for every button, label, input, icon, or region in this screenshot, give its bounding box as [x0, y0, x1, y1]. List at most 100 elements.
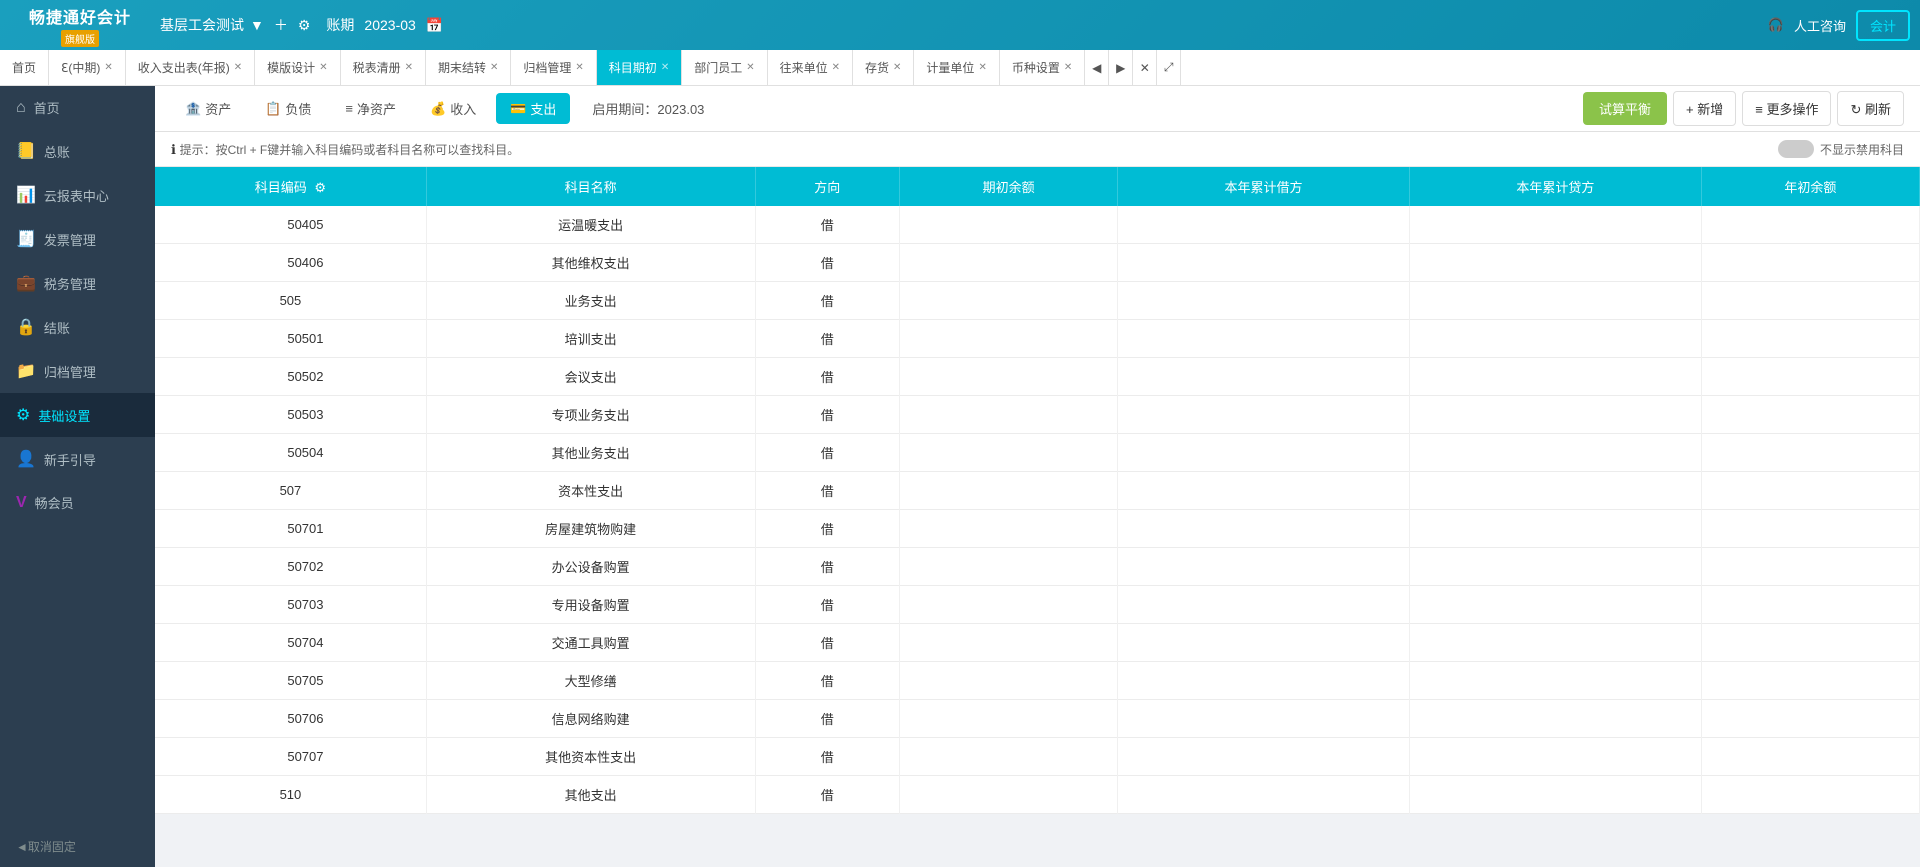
tab-nav-next[interactable]: ▶ [1109, 50, 1133, 86]
cell-opening [900, 358, 1118, 396]
settings-icon[interactable]: ⚙ [298, 17, 311, 34]
dropdown-icon[interactable]: ▼ [250, 17, 264, 33]
tab-stock-close[interactable]: ✕ [893, 62, 901, 73]
sidebar-item-archive[interactable]: 📁 归档管理 [0, 349, 155, 393]
tab-template-close[interactable]: ✕ [319, 62, 327, 73]
tab-nav-prev[interactable]: ◀ [1085, 50, 1109, 86]
calculate-button[interactable]: 试算平衡 [1583, 92, 1667, 125]
sub-tab-net-asset[interactable]: ≡ 净资产 [331, 93, 410, 124]
tab-stock[interactable]: 存货 ✕ [853, 50, 914, 86]
tab-archive-close[interactable]: ✕ [575, 62, 583, 73]
cell-direction: 借 [755, 700, 900, 738]
tab-home[interactable]: 首页 [0, 50, 49, 86]
tab-archive[interactable]: 归档管理 ✕ [511, 50, 596, 86]
table-row[interactable]: 505 业务支出 借 [155, 282, 1920, 320]
cell-ytd-debit [1118, 700, 1410, 738]
tab-expand[interactable]: ⤢ [1157, 50, 1181, 86]
tab-tax[interactable]: 税表清册 ✕ [341, 50, 426, 86]
table-row[interactable]: 50502 会议支出 借 [155, 358, 1920, 396]
add-button[interactable]: + 新增 [1673, 91, 1736, 126]
table-row[interactable]: 50504 其他业务支出 借 [155, 434, 1920, 472]
refresh-button[interactable]: ↻ 刷新 [1837, 91, 1904, 126]
sidebar-item-report[interactable]: 📊 云报表中心 [0, 173, 155, 217]
table-row[interactable]: 50701 房屋建筑物购建 借 [155, 510, 1920, 548]
tab-tax-close[interactable]: ✕ [405, 62, 413, 73]
liability-icon: 📋 [265, 101, 281, 117]
disable-toggle[interactable] [1778, 140, 1814, 158]
tab-close-all[interactable]: ✕ [1133, 50, 1157, 86]
sidebar-item-ledger[interactable]: 📒 总账 [0, 129, 155, 173]
sidebar-item-guide[interactable]: 👤 新手引导 [0, 437, 155, 481]
guide-icon: 👤 [16, 449, 36, 469]
tab-unit[interactable]: 计量单位 ✕ [914, 50, 999, 86]
cell-direction: 借 [755, 510, 900, 548]
cell-code: 510 [155, 776, 426, 814]
tab-period-end-close[interactable]: ✕ [490, 62, 498, 73]
cell-opening [900, 396, 1118, 434]
tab-currency-close[interactable]: ✕ [1064, 62, 1072, 73]
cell-year-opening [1701, 320, 1919, 358]
tab-income-close[interactable]: ✕ [234, 62, 242, 73]
cell-direction: 借 [755, 738, 900, 776]
sidebar-item-home[interactable]: ⌂ 首页 [0, 86, 155, 129]
tab-income-label: 收入支出表(年报) [138, 59, 230, 76]
cell-direction: 借 [755, 358, 900, 396]
table-row[interactable]: 507 资本性支出 借 [155, 472, 1920, 510]
sidebar-collapse[interactable]: ◄取消固定 [0, 826, 155, 867]
tab-partner-close[interactable]: ✕ [832, 62, 840, 73]
table-row[interactable]: 50702 办公设备购置 借 [155, 548, 1920, 586]
sub-tab-income[interactable]: 💰 收入 [416, 93, 490, 124]
ai-consult-label[interactable]: 人工咨询 [1794, 16, 1846, 35]
more-button[interactable]: ≡ 更多操作 [1742, 91, 1831, 126]
toggle-area: 不显示禁用科目 [1778, 140, 1904, 158]
table-row[interactable]: 50706 信息网络购建 借 [155, 700, 1920, 738]
table-row[interactable]: 50503 专项业务支出 借 [155, 396, 1920, 434]
sidebar-item-tax[interactable]: 💼 税务管理 [0, 261, 155, 305]
table-row[interactable]: 50707 其他资本性支出 借 [155, 738, 1920, 776]
table-row[interactable]: 50703 专用设备购置 借 [155, 586, 1920, 624]
cell-ytd-debit [1118, 320, 1410, 358]
cell-code: 50703 [155, 586, 426, 624]
cell-ytd-credit [1409, 206, 1701, 244]
cell-name: 房屋建筑物购建 [426, 510, 755, 548]
cell-opening [900, 776, 1118, 814]
table-row[interactable]: 50406 其他维权支出 借 [155, 244, 1920, 282]
period-value: 2023-03 [364, 17, 415, 33]
cell-ytd-debit [1118, 472, 1410, 510]
sidebar-item-settings[interactable]: ⚙ 基础设置 [0, 393, 155, 437]
col-code-settings[interactable]: ⚙ [314, 180, 326, 195]
sub-tab-asset[interactable]: 🏦 资产 [171, 93, 245, 124]
cell-year-opening [1701, 700, 1919, 738]
tab-period[interactable]: ℇ(中期) ✕ [49, 50, 126, 86]
account-button[interactable]: 会计 [1856, 10, 1910, 41]
cell-direction: 借 [755, 776, 900, 814]
table-row[interactable]: 510 其他支出 借 [155, 776, 1920, 814]
add-icon[interactable]: ＋ [274, 15, 288, 35]
tab-period-end[interactable]: 期末结转 ✕ [426, 50, 511, 86]
sidebar-item-tax-label: 税务管理 [44, 274, 96, 293]
table-row[interactable]: 50705 大型修缮 借 [155, 662, 1920, 700]
sidebar-item-invoice[interactable]: 🧾 发票管理 [0, 217, 155, 261]
sidebar-item-archive-label: 归档管理 [44, 362, 96, 381]
tab-subject[interactable]: 科目期初 ✕ [597, 50, 682, 86]
tab-dept[interactable]: 部门员工 ✕ [682, 50, 767, 86]
sub-tab-expense[interactable]: 💳 支出 [496, 93, 570, 124]
cell-ytd-credit [1409, 586, 1701, 624]
company-selector[interactable]: 基层工会测试 ▼ ＋ ⚙ 账期 2023-03 📅 [160, 15, 1758, 35]
tab-period-close[interactable]: ✕ [104, 62, 112, 73]
table-row[interactable]: 50704 交通工具购置 借 [155, 624, 1920, 662]
tab-subject-close[interactable]: ✕ [661, 62, 669, 73]
calendar-icon[interactable]: 📅 [426, 17, 443, 34]
sidebar-item-member[interactable]: V 畅会员 [0, 481, 155, 524]
table-row[interactable]: 50501 培训支出 借 [155, 320, 1920, 358]
tab-income[interactable]: 收入支出表(年报) ✕ [126, 50, 255, 86]
tab-unit-close[interactable]: ✕ [978, 62, 986, 73]
tab-partner[interactable]: 往来单位 ✕ [768, 50, 853, 86]
sidebar-item-close[interactable]: 🔒 结账 [0, 305, 155, 349]
tab-dept-close[interactable]: ✕ [746, 62, 754, 73]
table-row[interactable]: 50405 运温暖支出 借 [155, 206, 1920, 244]
tab-template[interactable]: 模版设计 ✕ [255, 50, 340, 86]
tab-currency[interactable]: 币种设置 ✕ [1000, 50, 1085, 86]
sidebar-item-guide-label: 新手引导 [44, 450, 96, 469]
sub-tab-liability[interactable]: 📋 负债 [251, 93, 325, 124]
